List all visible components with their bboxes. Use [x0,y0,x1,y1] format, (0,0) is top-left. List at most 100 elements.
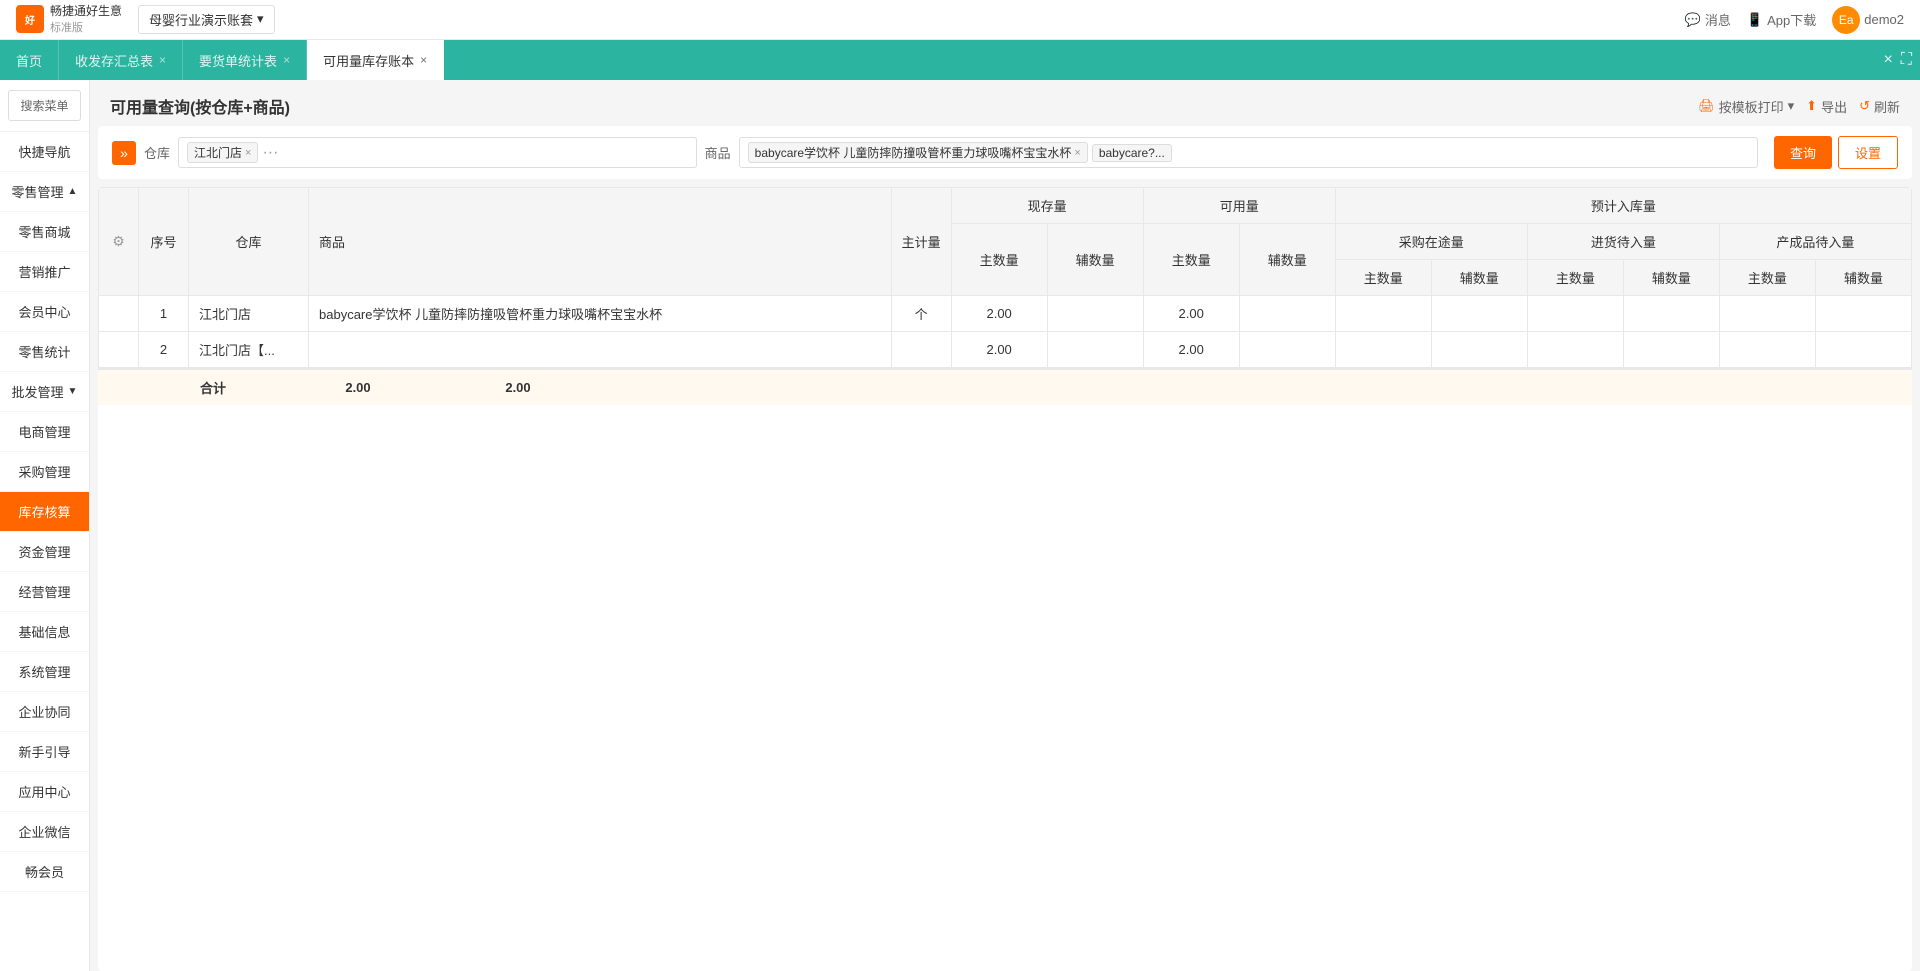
footer-stock-main: 2.00 [318,380,398,395]
sidebar: 搜索菜单 快捷导航 零售管理 ▲ 零售商城 营销推广 会员中心 零售统计 批发管… [0,80,90,971]
warehouse-tag-close-0[interactable]: × [245,147,251,159]
sidebar-item-retail-stats[interactable]: 零售统计 [0,332,89,372]
top-bar: 好 畅捷通好生意 标准版 母婴行业演示账套 ▾ 💬 消息 📱 App下载 Ea … [0,0,1920,40]
arrow-icon: ▲ [68,186,78,197]
th-production-group: 产成品待入量 [1719,224,1911,260]
warehouse-filter-input[interactable]: 江北门店 × ··· [178,137,697,168]
cell-production-main [1719,296,1815,332]
sidebar-item-marketing[interactable]: 营销推广 [0,252,89,292]
cell-product [309,332,892,368]
product-label: 商品 [705,143,731,162]
print-button[interactable]: 🖨 按模板打印 ▾ [1698,97,1794,116]
app-download-button[interactable]: 📱 App下载 [1747,10,1816,29]
data-table: ⚙ 序号 仓库 商品 主计量 现存量 可用量 预计入库量 主数量 [98,187,1912,368]
page-header-actions: 🖨 按模板打印 ▾ ⬆ 导出 ↺ 刷新 [1698,97,1900,116]
logo-area: 好 畅捷通好生意 标准版 [16,4,122,34]
sidebar-item-retail-mgmt[interactable]: 零售管理 ▲ [0,172,89,212]
top-bar-left: 好 畅捷通好生意 标准版 母婴行业演示账套 ▾ [16,4,275,34]
tab-available-stock-label: 可用量库存账本 [323,51,414,70]
refresh-icon: ↺ [1859,98,1870,114]
main-layout: 搜索菜单 快捷导航 零售管理 ▲ 零售商城 营销推广 会员中心 零售统计 批发管… [0,80,1920,971]
sidebar-item-system-mgmt[interactable]: 系统管理 [0,652,89,692]
sidebar-item-wholesale-mgmt[interactable]: 批发管理 ▼ [0,372,89,412]
tab-receipt-summary[interactable]: 收发存汇总表 × [59,40,183,80]
query-button[interactable]: 查询 [1774,136,1832,169]
content-area: 可用量查询(按仓库+商品) 🖨 按模板打印 ▾ ⬆ 导出 ↺ 刷新 » [90,80,1920,971]
tab-close-all-icon[interactable]: × [1883,51,1892,69]
th-settings: ⚙ [99,188,139,296]
sidebar-item-inventory[interactable]: 库存核算 [0,492,89,532]
filter-expand-button[interactable]: » [112,141,136,165]
footer-label: 合计 [108,378,318,397]
settings-button[interactable]: 设置 [1838,136,1898,169]
industry-selector[interactable]: 母婴行业演示账套 ▾ [138,5,275,34]
footer-values: 2.00 2.00 [318,380,1902,395]
tab-available-stock[interactable]: 可用量库存账本 × [307,40,444,80]
sidebar-item-basic-info[interactable]: 基础信息 [0,612,89,652]
tab-home-label: 首页 [16,51,42,70]
th-production-aux: 辅数量 [1815,260,1911,296]
cell-unit [891,332,951,368]
th-production-main: 主数量 [1719,260,1815,296]
cell-incoming-main [1527,332,1623,368]
sidebar-item-quick-nav[interactable]: 快捷导航 [0,132,89,172]
refresh-button[interactable]: ↺ 刷新 [1859,97,1900,116]
tab-receipt-summary-label: 收发存汇总表 [75,51,153,70]
sidebar-item-vip[interactable]: 畅会员 [0,852,89,892]
sidebar-item-ecommerce[interactable]: 电商管理 [0,412,89,452]
cell-purchase-aux [1431,296,1527,332]
logo-text: 畅捷通好生意 [50,4,122,18]
cell-stock-aux [1047,296,1143,332]
product-filter-input[interactable]: babycare学饮杯 儿童防摔防撞吸管杯重力球吸嘴杯宝宝水杯 × babyca… [739,137,1758,168]
chevron-down-icon: ▾ [257,11,264,27]
industry-name: 母婴行业演示账套 [149,10,253,29]
cell-settings [99,332,139,368]
th-available-main: 主数量 [1143,224,1239,296]
tab-order-stats-label: 要货单统计表 [199,51,277,70]
footer-avail-aux [558,380,638,395]
sidebar-search-area: 搜索菜单 [0,80,89,132]
table-scroll-wrapper[interactable]: ⚙ 序号 仓库 商品 主计量 现存量 可用量 预计入库量 主数量 [98,187,1912,368]
th-expected-group: 预计入库量 [1335,188,1911,224]
tab-home[interactable]: 首页 [0,40,59,80]
print-icon: 🖨 [1698,98,1715,114]
tab-order-stats[interactable]: 要货单统计表 × [183,40,307,80]
warehouse-more-icon[interactable]: ··· [262,144,278,162]
tab-order-stats-close[interactable]: × [283,53,290,67]
cell-no: 1 [139,296,189,332]
avatar: Ea [1832,6,1860,34]
cell-stock-main: 2.00 [951,296,1047,332]
product-tag-0: babycare学饮杯 儿童防摔防撞吸管杯重力球吸嘴杯宝宝水杯 × [748,142,1088,163]
message-button[interactable]: 💬 消息 [1685,10,1731,29]
cell-purchase-aux [1431,332,1527,368]
cell-purchase-main [1335,296,1431,332]
table-row: 2 江北门店【... 2.00 2.00 [99,332,1912,368]
product-tag-close-0[interactable]: × [1074,147,1080,159]
sidebar-item-new-guide[interactable]: 新手引导 [0,732,89,772]
gear-icon[interactable]: ⚙ [112,233,125,249]
sidebar-item-operations[interactable]: 经营管理 [0,572,89,612]
sidebar-item-member-center[interactable]: 会员中心 [0,292,89,332]
cell-incoming-aux [1623,296,1719,332]
sidebar-item-app-center[interactable]: 应用中心 [0,772,89,812]
tab-receipt-summary-close[interactable]: × [159,53,166,67]
tab-fullscreen-icon[interactable]: ⛶ [1901,51,1912,69]
cell-avail-aux [1239,332,1335,368]
sidebar-item-enterprise[interactable]: 企业协同 [0,692,89,732]
th-purchase-aux: 辅数量 [1431,260,1527,296]
search-menu-button[interactable]: 搜索菜单 [8,90,81,121]
sidebar-item-finance[interactable]: 资金管理 [0,532,89,572]
sidebar-item-enterprise-wechat[interactable]: 企业微信 [0,812,89,852]
table-row: 1 江北门店 babycare学饮杯 儿童防摔防撞吸管杯重力球吸嘴杯宝宝水杯 个… [99,296,1912,332]
table-footer: 合计 2.00 2.00 [98,368,1912,405]
th-incoming-group: 进货待入量 [1527,224,1719,260]
sidebar-item-retail-mall[interactable]: 零售商城 [0,212,89,252]
export-button[interactable]: ⬆ 导出 [1806,97,1847,116]
tab-available-stock-close[interactable]: × [420,53,427,67]
sidebar-item-purchase-mgmt[interactable]: 采购管理 [0,452,89,492]
th-available-group: 可用量 [1143,188,1335,224]
user-avatar[interactable]: Ea demo2 [1832,6,1904,34]
warehouse-tag-0: 江北门店 × [187,142,258,163]
cell-production-aux [1815,296,1911,332]
cell-avail-main: 2.00 [1143,296,1239,332]
